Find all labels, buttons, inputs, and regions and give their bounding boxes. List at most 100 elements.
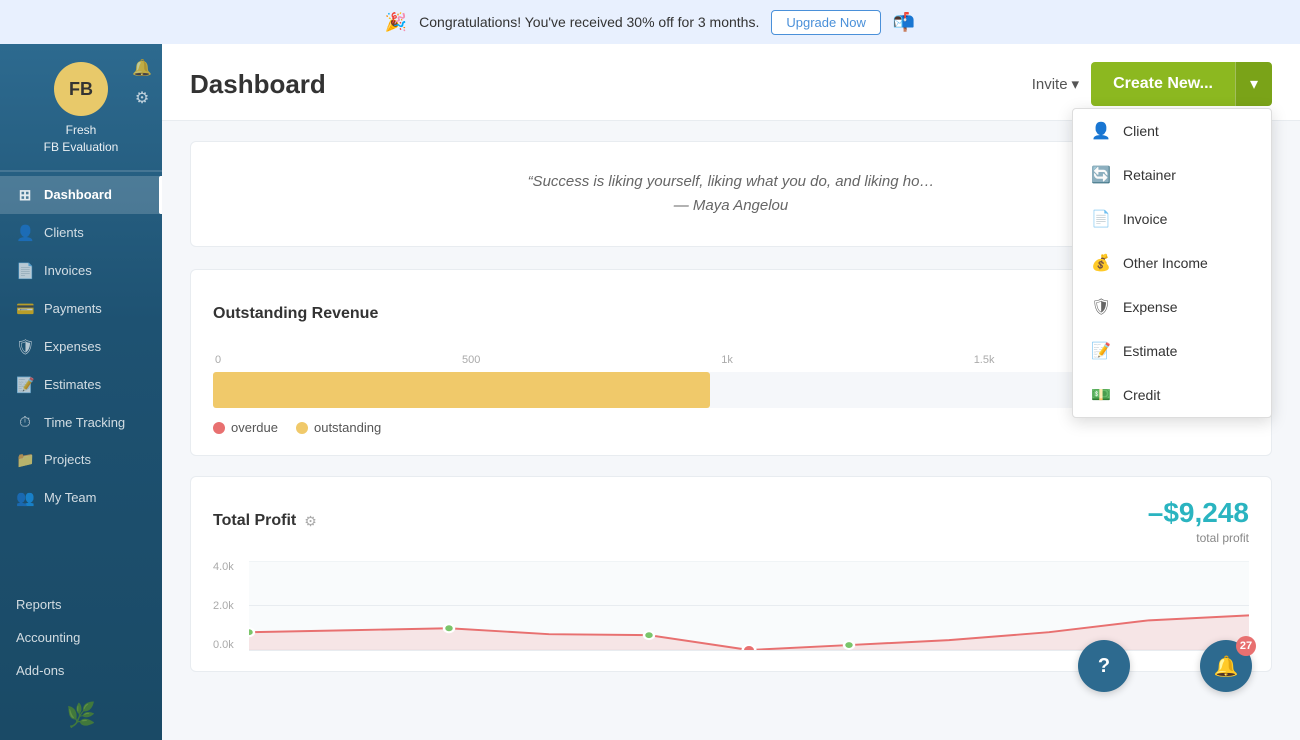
create-new-dropdown: 👤 Client 🔄 Retainer 📄 Invoice 💰: [1072, 108, 1272, 418]
sidebar-item-label: Estimates: [44, 377, 101, 392]
filter-icon[interactable]: ⚙: [304, 513, 317, 530]
outstanding-label: outstanding: [314, 420, 381, 435]
profit-line-svg: [249, 561, 1249, 650]
sidebar-leaf: 🌿: [0, 691, 162, 740]
dropdown-item-label: Estimate: [1123, 343, 1177, 359]
sidebar-item-label: Expenses: [44, 339, 101, 354]
payments-icon: 💳: [16, 300, 34, 318]
dropdown-item-invoice[interactable]: 📄 Invoice: [1073, 197, 1271, 241]
page-title: Dashboard: [190, 69, 326, 100]
sidebar-item-invoices[interactable]: 📄 Invoices: [0, 252, 162, 290]
sidebar-item-clients[interactable]: 👤 Clients: [0, 214, 162, 252]
profit-y-labels: 4.0k 2.0k 0.0k: [213, 561, 234, 651]
sidebar-item-label: Clients: [44, 225, 84, 240]
profile-name: Fresh FB Evaluation: [44, 122, 119, 156]
profit-amount-value: –$9,248: [1148, 497, 1249, 529]
sidebar: 🔔 ⚙ FB Fresh FB Evaluation ⊞ Dashboard 👤…: [0, 44, 162, 740]
sidebar-item-reports[interactable]: Reports: [0, 588, 162, 621]
sidebar-item-label: Time Tracking: [44, 415, 125, 430]
bell-icon[interactable]: 🔔: [132, 58, 152, 78]
outstanding-dot: [296, 422, 308, 434]
sidebar-item-my-team[interactable]: 👥 My Team: [0, 479, 162, 517]
dropdown-item-credit[interactable]: 💵 Credit: [1073, 373, 1271, 417]
sidebar-item-dashboard[interactable]: ⊞ Dashboard: [0, 176, 162, 214]
estimate-icon: 📝: [1091, 341, 1111, 361]
legend-outstanding: outstanding: [296, 420, 381, 435]
sidebar-item-expenses[interactable]: 🛡 Expenses: [0, 328, 162, 366]
sidebar-item-label: Payments: [44, 301, 102, 316]
clients-icon: 👤: [16, 224, 34, 242]
notification-button[interactable]: 🔔 27: [1200, 640, 1252, 692]
dropdown-item-other-income[interactable]: 💰 Other Income: [1073, 241, 1271, 285]
profit-chart-inner: [249, 561, 1249, 651]
total-profit-header: Total Profit ⚙ –$9,248 total profit: [213, 497, 1249, 545]
projects-icon: 📁: [16, 451, 34, 469]
sidebar-bottom: Reports Accounting Add-ons: [0, 580, 162, 691]
header-actions: Invite ▾ Create New... ▾ 👤 Client: [1032, 62, 1272, 106]
credit-icon: 💵: [1091, 385, 1111, 405]
overdue-label: overdue: [231, 420, 278, 435]
sidebar-item-label: Invoices: [44, 263, 92, 278]
dropdown-item-label: Retainer: [1123, 167, 1176, 183]
sidebar-item-payments[interactable]: 💳 Payments: [0, 290, 162, 328]
my-team-icon: 👥: [16, 489, 34, 507]
help-icon: ?: [1098, 655, 1110, 678]
dropdown-item-client[interactable]: 👤 Client: [1073, 109, 1271, 153]
sidebar-profile: 🔔 ⚙ FB Fresh FB Evaluation: [0, 44, 162, 170]
upgrade-button[interactable]: Upgrade Now: [771, 10, 881, 35]
dropdown-item-label: Other Income: [1123, 255, 1208, 271]
sidebar-top-icons: 🔔 ⚙: [132, 58, 152, 108]
sidebar-item-estimates[interactable]: 📝 Estimates: [0, 366, 162, 404]
banner-message: Congratulations! You've received 30% off…: [419, 14, 759, 30]
content-header: Dashboard Invite ▾ Create New... ▾ 👤 C: [162, 44, 1300, 121]
chevron-down-icon: ▾: [1072, 75, 1080, 93]
chart-legend: overdue outstanding: [213, 420, 1249, 435]
dropdown-item-label: Client: [1123, 123, 1159, 139]
dropdown-item-expense[interactable]: 🛡 Expense: [1073, 285, 1271, 329]
total-profit-title: Total Profit: [213, 512, 296, 530]
leaf-icon: 🌿: [66, 701, 96, 730]
content-area: Dashboard Invite ▾ Create New... ▾ 👤 C: [162, 44, 1300, 740]
expenses-icon: 🛡: [16, 338, 34, 356]
dropdown-item-label: Credit: [1123, 387, 1160, 403]
dropdown-item-estimate[interactable]: 📝 Estimate: [1073, 329, 1271, 373]
create-new-button[interactable]: Create New...: [1091, 62, 1235, 106]
create-new-container: Create New... ▾ 👤 Client 🔄 Retainer: [1091, 62, 1272, 106]
bar-outstanding: [213, 372, 710, 408]
profit-amount-label: total profit: [1148, 531, 1249, 545]
profit-title-row: Total Profit ⚙: [213, 512, 317, 530]
help-button[interactable]: ?: [1078, 640, 1130, 692]
notification-badge: 27: [1236, 636, 1256, 656]
invite-button[interactable]: Invite ▾: [1032, 75, 1079, 93]
notification-bell-icon: 🔔: [1214, 654, 1239, 679]
total-profit-amount: –$9,248 total profit: [1148, 497, 1249, 545]
dropdown-item-label: Expense: [1123, 299, 1177, 315]
create-new-dropdown-button[interactable]: ▾: [1235, 62, 1272, 106]
retainer-icon: 🔄: [1091, 165, 1111, 185]
sidebar-item-label: Dashboard: [44, 187, 112, 202]
dropdown-item-retainer[interactable]: 🔄 Retainer: [1073, 153, 1271, 197]
sidebar-divider: [0, 170, 162, 172]
outstanding-revenue-title: Outstanding Revenue: [213, 305, 378, 323]
profit-chart: 4.0k 2.0k 0.0k: [213, 561, 1249, 651]
chevron-down-icon: ▾: [1250, 76, 1258, 93]
dashboard-icon: ⊞: [16, 186, 34, 204]
invoices-icon: 📄: [16, 262, 34, 280]
dropdown-item-label: Invoice: [1123, 211, 1167, 227]
sidebar-item-accounting[interactable]: Accounting: [0, 621, 162, 654]
client-icon: 👤: [1091, 121, 1111, 141]
overdue-dot: [213, 422, 225, 434]
invoice-icon: 📄: [1091, 209, 1111, 229]
gear-icon[interactable]: ⚙: [132, 88, 152, 108]
sidebar-item-projects[interactable]: 📁 Projects: [0, 441, 162, 479]
sidebar-nav: ⊞ Dashboard 👤 Clients 📄 Invoices 💳 Payme…: [0, 176, 162, 580]
estimates-icon: 📝: [16, 376, 34, 394]
sidebar-item-add-ons[interactable]: Add-ons: [0, 654, 162, 687]
promo-banner: 🎉 Congratulations! You've received 30% o…: [0, 0, 1300, 44]
promo-icon: 🎉: [385, 12, 407, 33]
main-layout: 🔔 ⚙ FB Fresh FB Evaluation ⊞ Dashboard 👤…: [0, 44, 1300, 740]
sidebar-item-time-tracking[interactable]: ⏱ Time Tracking: [0, 404, 162, 441]
expense-icon: 🛡: [1091, 297, 1111, 317]
mailbox-icon: 📬: [893, 12, 915, 33]
other-income-icon: 💰: [1091, 253, 1111, 273]
